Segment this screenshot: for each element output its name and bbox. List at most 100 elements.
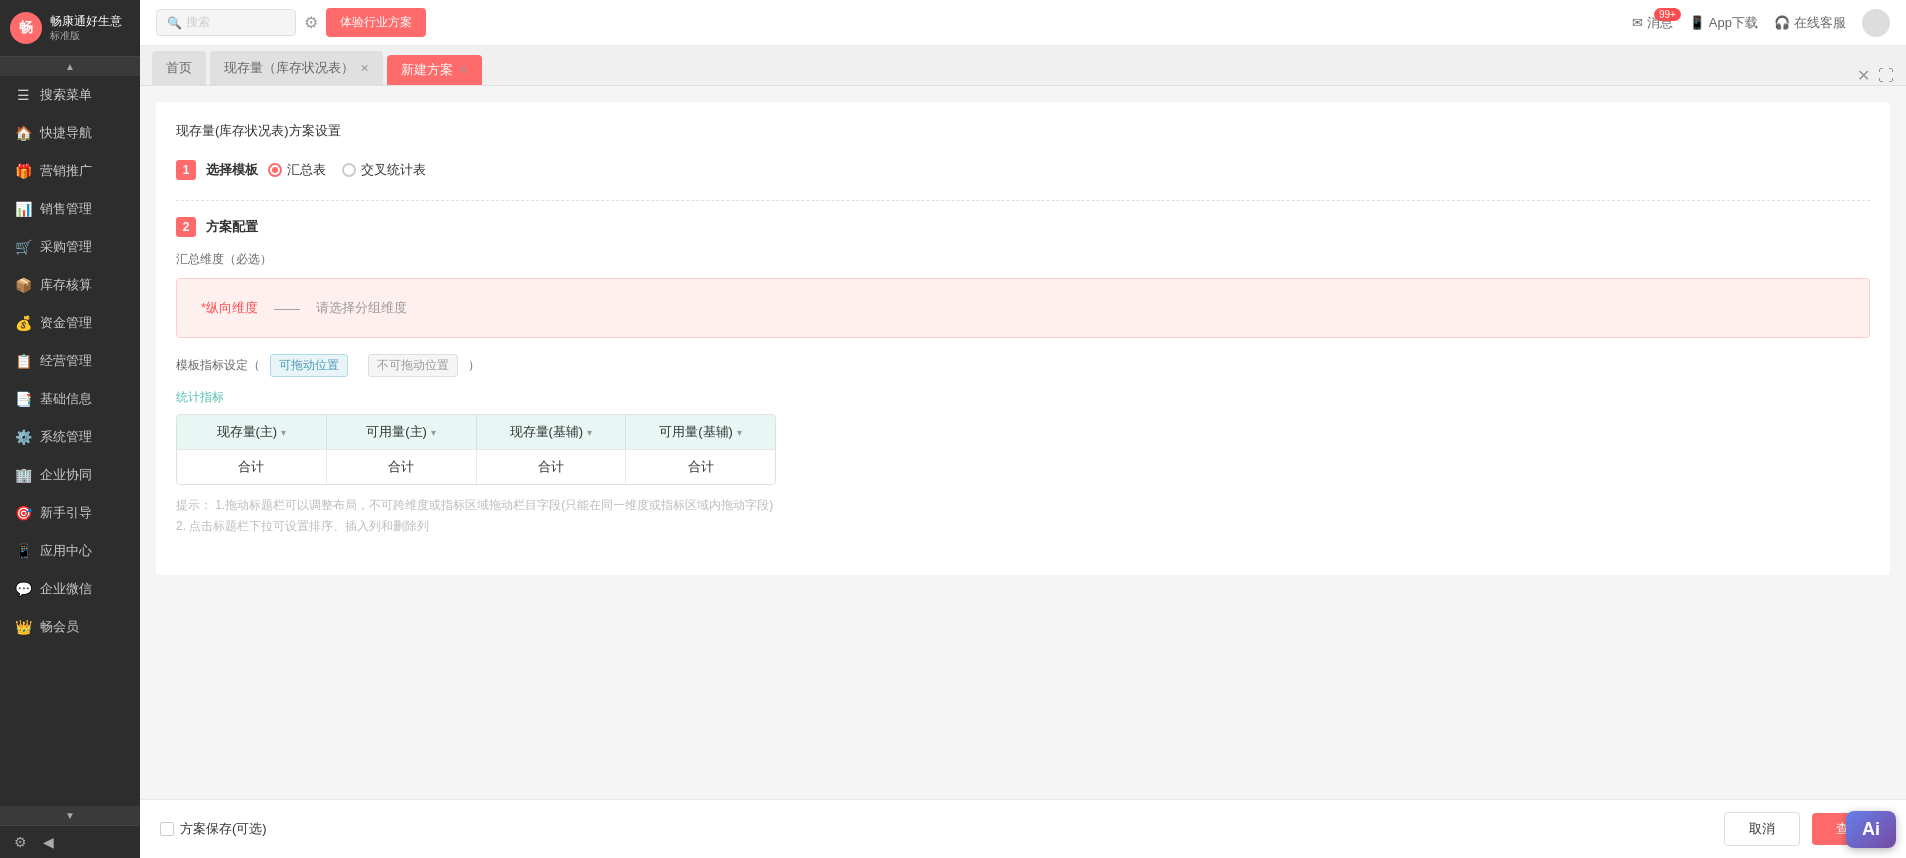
tab-inventory-status[interactable]: 现存量（库存状况表） ✕: [210, 51, 383, 85]
sidebar-item-newbie[interactable]: 🎯 新手引导: [0, 494, 140, 532]
sidebar-item-business[interactable]: 📋 经营管理: [0, 342, 140, 380]
settings-icon[interactable]: ⚙: [14, 834, 27, 850]
sidebar-item-basic-info[interactable]: 📑 基础信息: [0, 380, 140, 418]
main: 🔍 搜索 ⚙ 体验行业方案 ✉ 消息 99+ 📱 App下载 🎧 在线客服: [140, 0, 1906, 858]
radio-cross[interactable]: 交叉统计表: [342, 161, 426, 179]
topbar-service[interactable]: 🎧 在线客服: [1774, 14, 1846, 32]
topbar-messages[interactable]: ✉ 消息 99+: [1632, 14, 1673, 32]
topbar-app-download[interactable]: 📱 App下载: [1689, 14, 1758, 32]
sidebar-item-app-center[interactable]: 📱 应用中心: [0, 532, 140, 570]
chevron-down-icon-2: ▾: [587, 427, 592, 438]
step1-num: 1: [176, 160, 196, 180]
sidebar-scroll-up[interactable]: ▲: [0, 57, 140, 76]
save-label: 方案保存(可选): [180, 820, 267, 838]
sidebar-item-wechat[interactable]: 💬 企业微信: [0, 570, 140, 608]
chevron-down-icon-0: ▾: [281, 427, 286, 438]
enterprise-icon: 🏢: [14, 466, 32, 484]
chevron-down-icon-1: ▾: [431, 427, 436, 438]
search-icon: 🔍: [167, 16, 182, 30]
sidebar-item-finance[interactable]: 💰 资金管理: [0, 304, 140, 342]
save-option[interactable]: 方案保存(可选): [160, 820, 1712, 838]
system-icon: ⚙️: [14, 428, 32, 446]
sidebar-item-enterprise[interactable]: 🏢 企业协同: [0, 456, 140, 494]
template-settings-row: 模板指标设定（ 可拖动位置 不可拖动位置 ）: [176, 354, 1870, 377]
topbar-gear-icon[interactable]: ⚙: [304, 13, 318, 32]
tip-2: 2. 点击标题栏下拉可设置排序、插入列和删除列: [176, 518, 1870, 535]
col-header-0[interactable]: 现存量(主) ▾: [177, 415, 327, 449]
topbar-left: 🔍 搜索 ⚙ 体验行业方案: [156, 8, 1622, 37]
sidebar-item-label: 搜索菜单: [40, 86, 92, 104]
tab-inventory-close[interactable]: ✕: [360, 62, 369, 75]
sidebar-item-label: 销售管理: [40, 200, 92, 218]
dimension-required: *纵向维度: [201, 299, 258, 317]
sidebar-item-quick-nav[interactable]: 🏠 快捷导航: [0, 114, 140, 152]
sidebar-item-system[interactable]: ⚙️ 系统管理: [0, 418, 140, 456]
non-draggable-tag: 不可拖动位置: [368, 354, 458, 377]
app-center-icon: 📱: [14, 542, 32, 560]
sidebar-item-label: 新手引导: [40, 504, 92, 522]
radio-summary-label: 汇总表: [287, 161, 326, 179]
trial-btn[interactable]: 体验行业方案: [326, 8, 426, 37]
step1-section: 1 选择模板 汇总表 交叉统计表: [176, 160, 1870, 180]
panel-close-icon[interactable]: ✕: [1857, 66, 1870, 85]
template-radio-group: 汇总表 交叉统计表: [268, 161, 426, 179]
sidebar-scroll-down[interactable]: ▼: [0, 806, 140, 825]
sidebar-item-label: 应用中心: [40, 542, 92, 560]
template-settings-suffix: ）: [468, 357, 480, 374]
cancel-button[interactable]: 取消: [1724, 812, 1800, 846]
sidebar-item-label: 畅会员: [40, 618, 79, 636]
col-header-3[interactable]: 可用量(基辅) ▾: [626, 415, 775, 449]
step1-header: 1 选择模板 汇总表 交叉统计表: [176, 160, 1870, 180]
sidebar-item-sales[interactable]: 📊 销售管理: [0, 190, 140, 228]
sidebar-item-label: 库存核算: [40, 276, 92, 294]
cell-0: 合计: [177, 450, 327, 484]
stats-table-row: 合计 合计 合计 合计: [177, 449, 775, 484]
topbar-search-box[interactable]: 🔍 搜索: [156, 9, 296, 36]
purchase-icon: 🛒: [14, 238, 32, 256]
cell-3: 合计: [626, 450, 775, 484]
content-area: 现存量(库存状况表)方案设置 1 选择模板 汇总表 交叉统计表: [140, 86, 1906, 799]
template-settings-label: 模板指标设定（: [176, 357, 260, 374]
sidebar-item-label: 经营管理: [40, 352, 92, 370]
sidebar-item-label: 快捷导航: [40, 124, 92, 142]
tip-1: 提示： 1.拖动标题栏可以调整布局，不可跨维度或指标区域拖动栏目字段(只能在同一…: [176, 497, 1870, 514]
sidebar-item-label: 企业微信: [40, 580, 92, 598]
tab-new-scheme[interactable]: 新建方案 ✕: [387, 55, 482, 85]
radio-summary[interactable]: 汇总表: [268, 161, 326, 179]
sidebar-item-label: 采购管理: [40, 238, 92, 256]
topbar: 🔍 搜索 ⚙ 体验行业方案 ✉ 消息 99+ 📱 App下载 🎧 在线客服: [140, 0, 1906, 46]
dimension-placeholder: 请选择分组维度: [316, 299, 407, 317]
avatar[interactable]: [1862, 9, 1890, 37]
section-divider-1: [176, 200, 1870, 201]
sidebar-item-purchase[interactable]: 🛒 采购管理: [0, 228, 140, 266]
tabs-bar: 首页 现存量（库存状况表） ✕ 新建方案 ✕ ✕ ⛶: [140, 46, 1906, 86]
sidebar-item-inventory[interactable]: 📦 库存核算: [0, 266, 140, 304]
dimension-dash: ——: [274, 301, 300, 316]
tab-home[interactable]: 首页: [152, 51, 206, 85]
sound-icon[interactable]: ◀: [43, 834, 54, 850]
inventory-icon: 📦: [14, 276, 32, 294]
sidebar-item-search-menu[interactable]: ☰ 搜索菜单: [0, 76, 140, 114]
panel-expand-icon[interactable]: ⛶: [1878, 67, 1894, 85]
col-header-2[interactable]: 现存量(基辅) ▾: [477, 415, 627, 449]
tab-home-label: 首页: [166, 59, 192, 77]
stats-table: 现存量(主) ▾ 可用量(主) ▾ 现存量(基辅) ▾ 可用量(基辅): [176, 414, 776, 485]
new-tab-close[interactable]: ✕: [459, 64, 468, 77]
tips-section: 提示： 1.拖动标题栏可以调整布局，不可跨维度或指标区域拖动栏目字段(只能在同一…: [176, 497, 1870, 535]
ai-badge[interactable]: Ai: [1846, 811, 1896, 848]
sidebar-item-marketing[interactable]: 🎁 营销推广: [0, 152, 140, 190]
newbie-icon: 🎯: [14, 504, 32, 522]
col-header-1[interactable]: 可用量(主) ▾: [327, 415, 477, 449]
sidebar-item-label: 营销推广: [40, 162, 92, 180]
member-icon: 👑: [14, 618, 32, 636]
sidebar-logo: 畅 畅康通好生意 标准版: [0, 0, 140, 57]
radio-summary-circle: [268, 163, 282, 177]
sidebar-item-member[interactable]: 👑 畅会员: [0, 608, 140, 646]
ai-label: Ai: [1862, 819, 1880, 839]
search-placeholder: 搜索: [186, 14, 210, 31]
step2-header: 2 方案配置: [176, 217, 1870, 237]
quick-nav-icon: 🏠: [14, 124, 32, 142]
dimension-box: *纵向维度 —— 请选择分组维度: [176, 278, 1870, 338]
step2-section: 2 方案配置 汇总维度（必选） *纵向维度 —— 请选择分组维度 模板指标设定（…: [176, 217, 1870, 535]
save-checkbox[interactable]: [160, 822, 174, 836]
